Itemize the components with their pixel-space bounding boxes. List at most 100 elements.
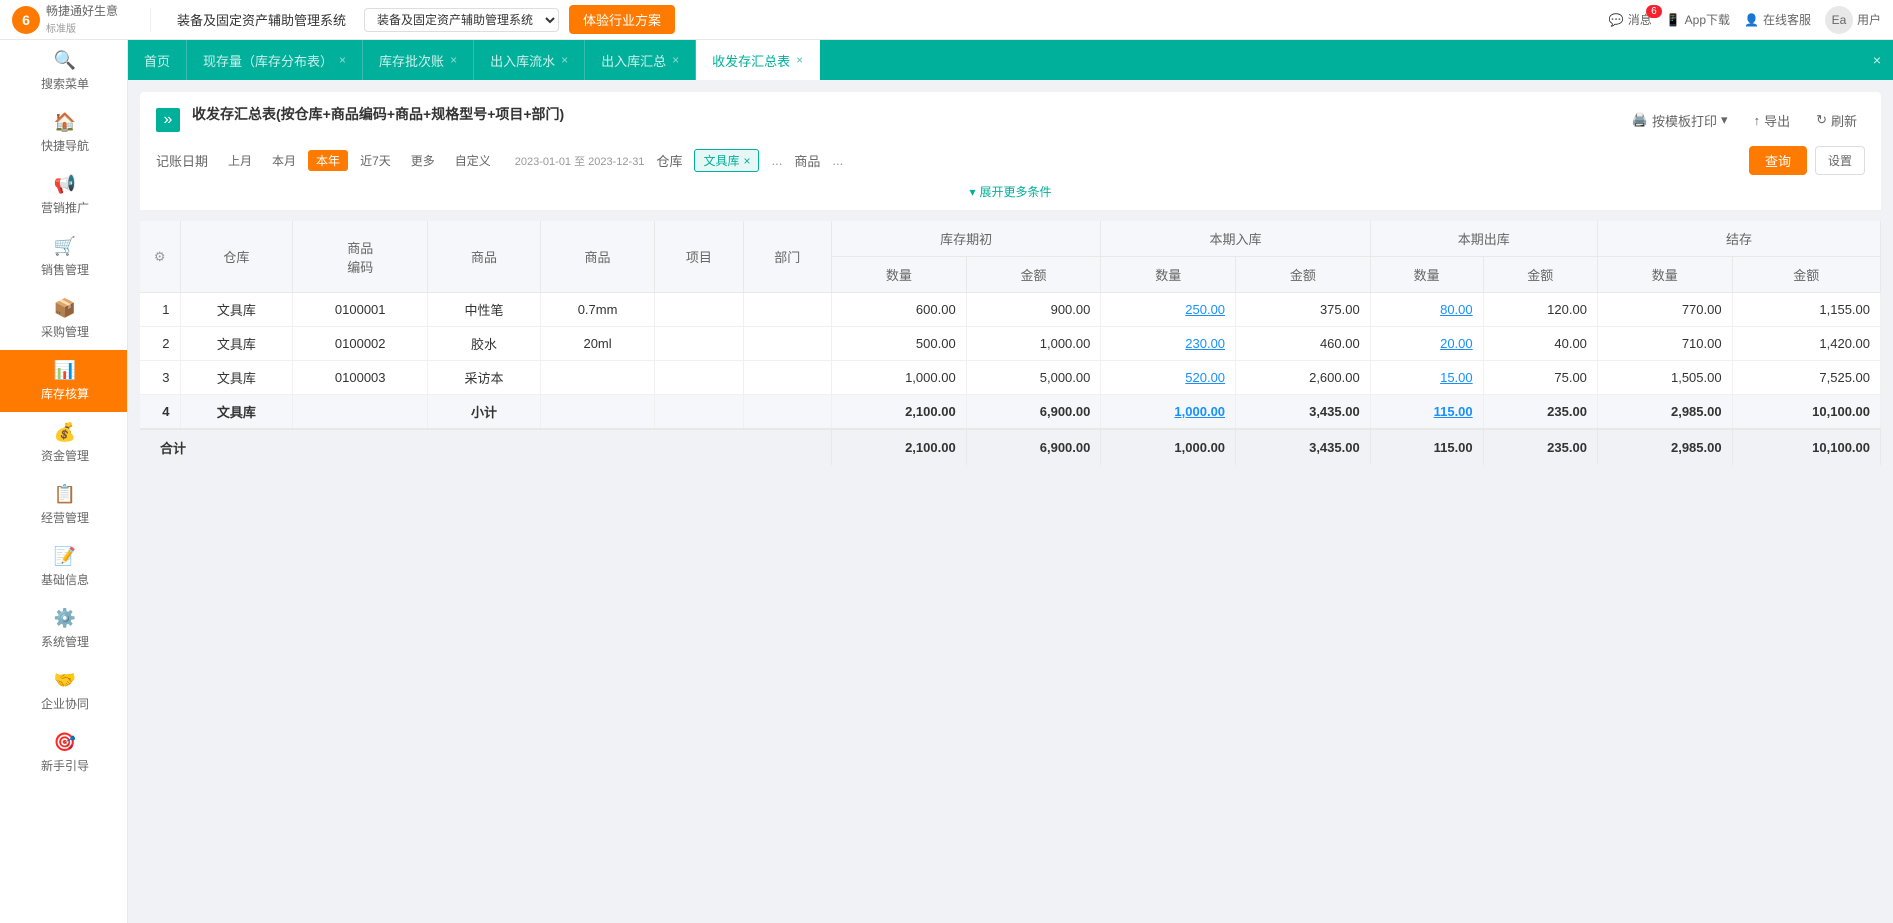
messages-icon-item[interactable]: 💬 消息 6: [1609, 11, 1652, 28]
trial-button[interactable]: 体验行业方案: [569, 5, 675, 34]
tab-recvsend[interactable]: 收发存汇总表 ×: [696, 40, 820, 80]
page-header: » 收发存汇总表(按仓库+商品编码+商品+规格型号+项目+部门) 🖨️ 按模板打…: [140, 92, 1881, 136]
newbie-icon: 🎯: [54, 732, 76, 753]
query-button[interactable]: 查询: [1749, 146, 1807, 175]
app-download-label: App下载: [1685, 11, 1730, 28]
warehouse-more[interactable]: ...: [771, 153, 782, 168]
sidebar-label-operations: 经营管理: [41, 509, 89, 526]
summary-table: ⚙ 仓库 商品编码 商品 商品 项目 部门 库存期初 本期入库 本期出库 结存: [140, 221, 1881, 465]
sidebar-item-basic[interactable]: 📝 基础信息: [0, 536, 127, 598]
tab-flow[interactable]: 出入库流水 ×: [474, 40, 585, 80]
tab-close-summary[interactable]: ×: [672, 53, 679, 67]
top-bar: 6 畅捷通好生意 标准版 装备及固定资产辅助管理系统 装备及固定资产辅助管理系统…: [0, 0, 1893, 40]
search-icon: 🔍: [54, 50, 76, 71]
inventory-icon: 📊: [54, 360, 76, 381]
warehouse-label: 仓库: [656, 151, 682, 170]
total-out-qty: 115.00: [1370, 429, 1483, 465]
warehouse-tag-close[interactable]: ×: [743, 154, 750, 168]
tab-close-batch[interactable]: ×: [450, 53, 457, 67]
sidebar-item-inventory[interactable]: 📊 库存核算: [0, 350, 127, 412]
sidebar-item-finance[interactable]: 💰 资金管理: [0, 412, 127, 474]
sidebar-label-newbie: 新手引导: [41, 757, 89, 774]
date-btn-more[interactable]: 更多: [403, 150, 443, 171]
col-end-qty: 数量: [1597, 257, 1732, 293]
sidebar-item-operations[interactable]: 📋 经营管理: [0, 474, 127, 536]
tab-close-inventory-dist[interactable]: ×: [339, 53, 346, 67]
col-out-amt: 金额: [1483, 257, 1597, 293]
total-end-qty: 2,985.00: [1597, 429, 1732, 465]
expand-button[interactable]: ▾ 展开更多条件: [969, 183, 1051, 200]
sidebar-item-purchase[interactable]: 📦 采购管理: [0, 288, 127, 350]
refresh-label: 刷新: [1831, 111, 1857, 130]
logo-icon: 6: [12, 6, 40, 34]
col-code: 商品编码: [293, 221, 428, 293]
sidebar: 🔍 搜索菜单 🏠 快捷导航 📢 营销推广 🛒 销售管理 📦 采购管理 📊: [0, 40, 128, 923]
tab-summary[interactable]: 出入库汇总 ×: [585, 40, 696, 80]
sidebar-item-system[interactable]: ⚙️ 系统管理: [0, 598, 127, 660]
date-btn-last-month[interactable]: 上月: [220, 150, 260, 171]
home-icon: 🏠: [54, 112, 76, 133]
bell-icon: 💬: [1609, 13, 1624, 27]
app-download-item[interactable]: 📱 App下载: [1666, 11, 1730, 28]
system-select[interactable]: 装备及固定资产辅助管理系统: [364, 8, 559, 32]
system-icon: ⚙️: [54, 608, 76, 629]
logo-area: 6 畅捷通好生意 标准版: [12, 4, 132, 35]
tab-close-all[interactable]: ×: [1861, 52, 1893, 68]
tab-batch[interactable]: 库存批次账 ×: [363, 40, 474, 80]
col-spec: 商品: [540, 221, 654, 293]
tab-summary-label: 出入库汇总: [601, 51, 666, 70]
sidebar-label-search: 搜索菜单: [41, 75, 89, 92]
service-icon: 👤: [1744, 13, 1759, 27]
sidebar-item-corp[interactable]: 🤝 企业协同: [0, 660, 127, 722]
date-btn-this-year[interactable]: 本年: [308, 150, 348, 171]
date-btn-custom[interactable]: 自定义: [447, 150, 499, 171]
marketing-icon: 📢: [54, 174, 76, 195]
col-in-amt: 金额: [1236, 257, 1371, 293]
online-service-item[interactable]: 👤 在线客服: [1744, 11, 1811, 28]
table-row: 2文具库0100002胶水20ml500.001,000.00230.00460…: [140, 327, 1881, 361]
product-more[interactable]: ...: [832, 153, 843, 168]
print-icon: 🖨️: [1632, 112, 1648, 128]
sidebar-item-quick[interactable]: 🏠 快捷导航: [0, 102, 127, 164]
col-end-amt: 金额: [1732, 257, 1880, 293]
date-btn-this-month[interactable]: 本月: [264, 150, 304, 171]
sidebar-label-corp: 企业协同: [41, 695, 89, 712]
page-content: » 收发存汇总表(按仓库+商品编码+商品+规格型号+项目+部门) 🖨️ 按模板打…: [128, 80, 1893, 923]
sidebar-label-purchase: 采购管理: [41, 323, 89, 340]
tab-close-recvsend[interactable]: ×: [796, 53, 803, 67]
export-button[interactable]: ↑ 导出: [1746, 107, 1799, 134]
tab-batch-label: 库存批次账: [379, 51, 444, 70]
col-settings[interactable]: ⚙: [140, 221, 180, 293]
sidebar-label-inventory: 库存核算: [41, 385, 89, 402]
tab-home[interactable]: 首页: [128, 40, 187, 80]
phone-icon: 📱: [1666, 13, 1681, 27]
tab-recvsend-label: 收发存汇总表: [712, 51, 790, 70]
refresh-button[interactable]: ↻ 刷新: [1808, 107, 1865, 134]
sidebar-label-quick: 快捷导航: [41, 137, 89, 154]
total-label: 合计: [140, 429, 832, 465]
product-label: 商品: [794, 151, 820, 170]
col-warehouse: 仓库: [180, 221, 293, 293]
setting-button[interactable]: 设置: [1815, 146, 1865, 175]
tab-inventory-dist[interactable]: 现存量（库存分布表） ×: [187, 40, 363, 80]
sidebar-item-search[interactable]: 🔍 搜索菜单: [0, 40, 127, 102]
tab-close-flow[interactable]: ×: [561, 53, 568, 67]
expand-label: 展开更多条件: [980, 183, 1052, 200]
user-item[interactable]: Ea 用户: [1825, 6, 1881, 34]
date-btn-7days[interactable]: 近7天: [352, 150, 399, 171]
print-button[interactable]: 🖨️ 按模板打印 ▾: [1624, 107, 1736, 134]
collapse-button[interactable]: »: [156, 108, 180, 132]
table-wrapper: ⚙ 仓库 商品编码 商品 商品 项目 部门 库存期初 本期入库 本期出库 结存: [140, 221, 1881, 465]
col-init-qty: 数量: [832, 257, 967, 293]
sidebar-item-newbie[interactable]: 🎯 新手引导: [0, 722, 127, 784]
date-label: 记账日期: [156, 151, 208, 170]
expand-icon: ▾: [969, 185, 975, 199]
total-end-amt: 10,100.00: [1732, 429, 1880, 465]
total-row: 合计 2,100.00 6,900.00 1,000.00 3,435.00 1…: [140, 429, 1881, 465]
table-row: 1文具库0100001中性笔0.7mm600.00900.00250.00375…: [140, 293, 1881, 327]
sidebar-item-sales[interactable]: 🛒 销售管理: [0, 226, 127, 288]
sidebar-item-marketing[interactable]: 📢 营销推广: [0, 164, 127, 226]
warehouse-filter-tag[interactable]: 文具库 ×: [694, 149, 759, 172]
page-title: 收发存汇总表(按仓库+商品编码+商品+规格型号+项目+部门): [192, 104, 1624, 124]
col-in-qty: 数量: [1101, 257, 1236, 293]
